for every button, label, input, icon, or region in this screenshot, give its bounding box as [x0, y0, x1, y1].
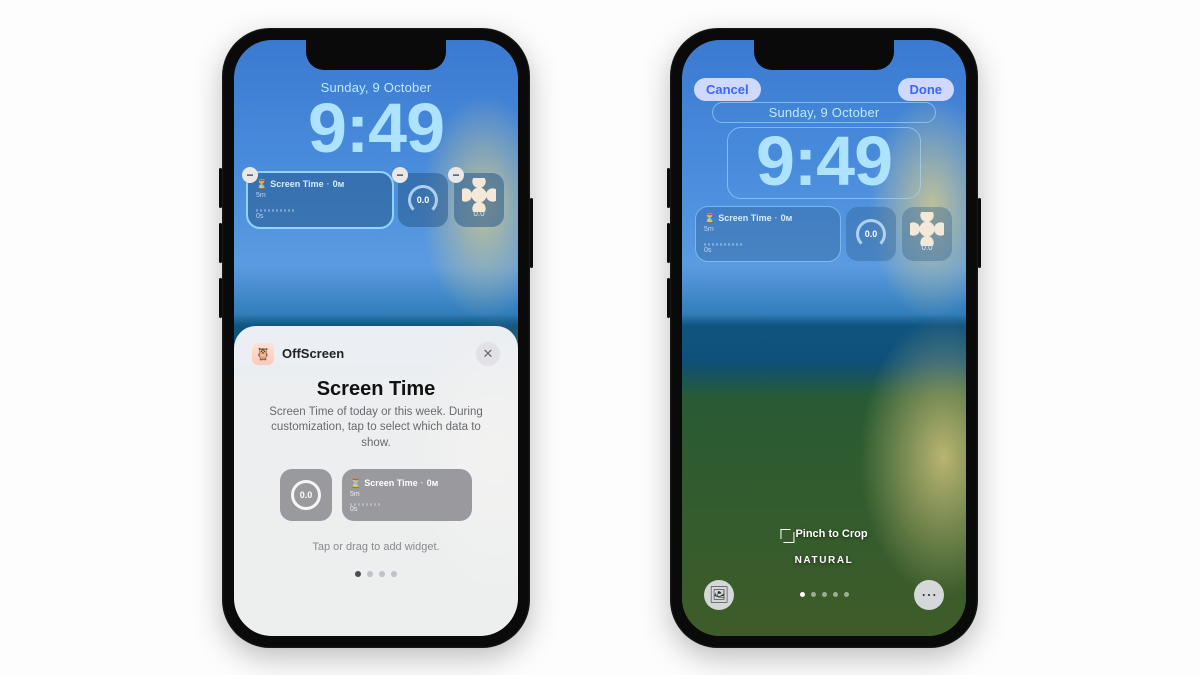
widget-row[interactable]: ⏳ Screen Time · 0м 5m 0s — [682, 207, 966, 261]
sheet-description: Screen Time of today or this week. Durin… — [252, 405, 500, 452]
date-edit-frame[interactable]: Sunday, 9 October — [712, 102, 937, 123]
style-page-indicator[interactable] — [800, 592, 849, 597]
lockscreen-time[interactable]: 9:49 — [308, 93, 444, 163]
gauge-icon — [291, 480, 321, 510]
crop-icon — [780, 529, 790, 539]
cancel-button[interactable]: Cancel — [694, 78, 761, 101]
lockscreen-date: Sunday, 9 October — [769, 105, 880, 120]
flower-icon — [914, 216, 940, 242]
remove-widget-icon[interactable]: − — [392, 167, 408, 183]
widget-gauge[interactable]: − — [398, 173, 448, 227]
scale-top: 5m — [350, 491, 380, 498]
widget-title: Screen Time — [270, 179, 323, 189]
time-edit-frame[interactable]: 9:49 — [727, 127, 921, 199]
widget-flower[interactable]: − 0.0 — [454, 173, 504, 227]
sheet-app: 🦉 OffScreen — [252, 343, 344, 365]
scale-bottom: 0s — [704, 247, 832, 254]
ellipsis-icon: ⋯ — [921, 585, 937, 605]
widget-gauge[interactable] — [846, 207, 896, 261]
widget-screen-time[interactable]: − ⏳ Screen Time · 0м 5m 0s — [248, 173, 392, 227]
close-button[interactable]: ✕ — [476, 342, 500, 366]
pick-value: 0м — [427, 478, 439, 488]
widget-screen-time[interactable]: ⏳ Screen Time · 0м 5m 0s — [696, 207, 840, 261]
editor-bottom-bar: 🖼 ⋯ — [682, 580, 966, 610]
close-icon: ✕ — [483, 346, 494, 362]
widget-title: Screen Time — [718, 213, 771, 223]
phone-mockup-right: Cancel Done Sunday, 9 October 9:49 ⏳ Scr… — [670, 28, 978, 648]
hourglass-icon: ⏳ — [704, 213, 715, 224]
pinch-to-crop-hint: Pinch to Crop — [780, 528, 867, 540]
lockscreen-time: 9:49 — [756, 126, 892, 196]
remove-widget-icon[interactable]: − — [242, 167, 258, 183]
flower-icon — [466, 182, 492, 208]
notch — [754, 40, 894, 70]
photo-picker-button[interactable]: 🖼 — [704, 580, 734, 610]
pick-gauge-widget[interactable] — [280, 469, 332, 521]
scale-top: 5m — [704, 226, 832, 233]
widget-value: 0м — [333, 179, 345, 189]
pick-screen-time-widget[interactable]: ⏳ Screen Time · 0м 5m 0s — [342, 469, 472, 521]
pick-title: Screen Time — [364, 478, 417, 488]
gauge-icon — [856, 219, 886, 249]
scale-bottom: 0s — [256, 213, 384, 220]
gauge-icon — [408, 185, 438, 215]
app-icon: 🦉 — [252, 343, 274, 365]
phone-mockup-left: Sunday, 9 October 9:49 − ⏳ Screen Time ·… — [222, 28, 530, 648]
sheet-title: Screen Time — [252, 378, 500, 401]
lockscreen-content: Sunday, 9 October 9:49 ⏳ Screen Time · 0… — [682, 40, 966, 636]
photo-icon: 🖼 — [709, 585, 729, 605]
style-label[interactable]: NATURAL — [795, 555, 854, 566]
widget-row: − ⏳ Screen Time · 0м 5m 0s − — [234, 173, 518, 227]
done-button[interactable]: Done — [898, 78, 955, 101]
hourglass-icon: ⏳ — [256, 179, 267, 190]
phone-screen: Cancel Done Sunday, 9 October 9:49 ⏳ Scr… — [682, 40, 966, 636]
scale-bottom: 0s — [350, 506, 380, 513]
sheet-app-name: OffScreen — [282, 346, 344, 361]
phone-screen: Sunday, 9 October 9:49 − ⏳ Screen Time ·… — [234, 40, 518, 636]
sheet-hint: Tap or drag to add widget. — [252, 541, 500, 553]
widget-picks: ⏳ Screen Time · 0м 5m 0s — [252, 469, 500, 521]
hourglass-icon: ⏳ — [350, 478, 361, 489]
widget-flower[interactable]: 0.0 — [902, 207, 952, 261]
notch — [306, 40, 446, 70]
widget-picker-sheet: 🦉 OffScreen ✕ Screen Time Screen Time of… — [234, 326, 518, 636]
more-options-button[interactable]: ⋯ — [914, 580, 944, 610]
widget-value: 0м — [781, 213, 793, 223]
page-indicator — [252, 571, 500, 577]
scale-top: 5m — [256, 192, 384, 199]
